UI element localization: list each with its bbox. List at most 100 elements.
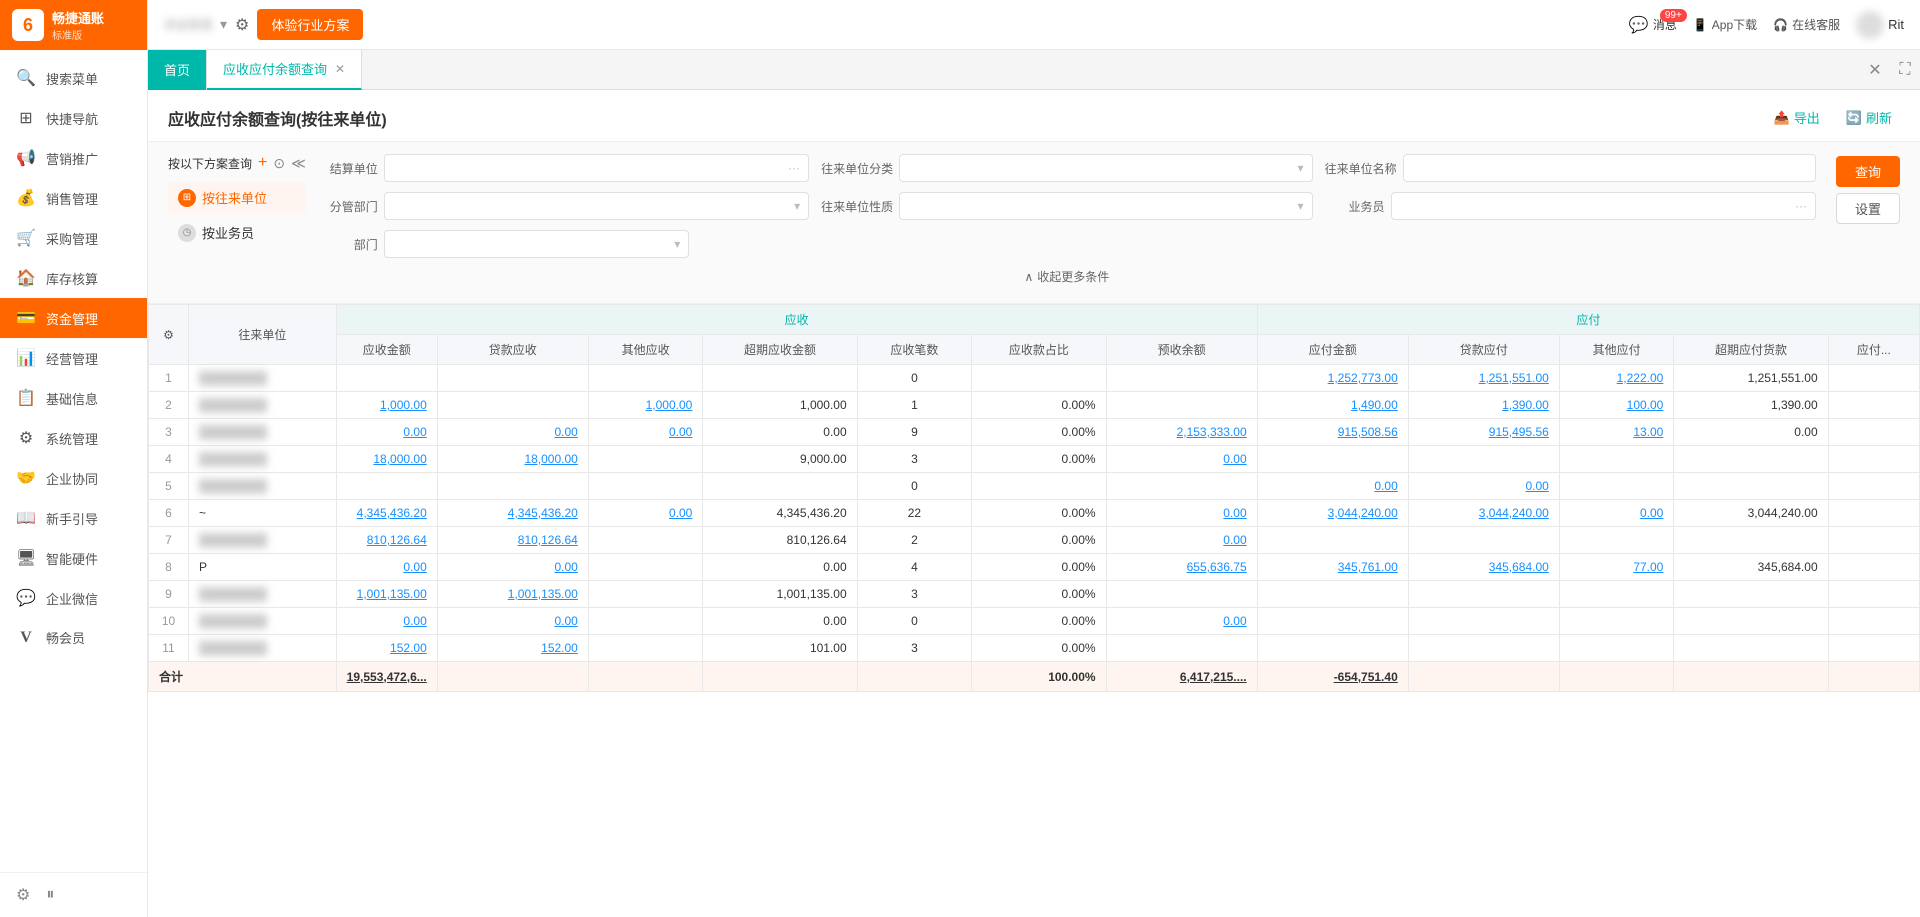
cell-link[interactable]: 0.00: [403, 425, 426, 439]
cell-link[interactable]: 0.00: [403, 614, 426, 628]
sidebar-item-wechat[interactable]: 💬 企业微信: [0, 578, 147, 618]
cell-link[interactable]: 0.00: [554, 560, 577, 574]
cell-link[interactable]: 0.00: [669, 425, 692, 439]
cell-link[interactable]: 18,000.00: [373, 452, 426, 466]
cell-index: 9: [149, 581, 189, 608]
cell-link[interactable]: 1,490.00: [1351, 398, 1398, 412]
sidebar-item-mgmt[interactable]: 📊 经营管理: [0, 338, 147, 378]
sidebar-item-finance[interactable]: 💳 资金管理: [0, 298, 147, 338]
cell-link[interactable]: 0.00: [1223, 506, 1246, 520]
tab-home[interactable]: 首页: [148, 50, 207, 90]
table-settings-icon[interactable]: ⚙: [163, 328, 174, 342]
cell-link[interactable]: 13.00: [1633, 425, 1663, 439]
breadcrumb-chevron-icon[interactable]: ▾: [220, 16, 227, 33]
cell-link[interactable]: 0.00: [1374, 479, 1397, 493]
cell-link[interactable]: 810,126.64: [518, 533, 578, 547]
nature-input[interactable]: ▾: [899, 192, 1312, 220]
cell-link[interactable]: 152.00: [541, 641, 578, 655]
col-settings[interactable]: ⚙: [149, 305, 189, 365]
cell-link[interactable]: 0.00: [554, 425, 577, 439]
settings-gear-icon[interactable]: ⚙: [235, 15, 249, 35]
cell-link[interactable]: 0.00: [1223, 533, 1246, 547]
settlement-input[interactable]: ···: [384, 154, 809, 182]
query-btn[interactable]: 查询: [1836, 156, 1900, 187]
cell-link[interactable]: 18,000.00: [524, 452, 577, 466]
cell-link[interactable]: 3,044,240.00: [1479, 506, 1549, 520]
cell-link[interactable]: 345,761.00: [1338, 560, 1398, 574]
tab-receivable[interactable]: 应收应付余额查询 ✕: [207, 50, 362, 90]
cell-link[interactable]: 1,252,773.00: [1328, 371, 1398, 385]
cell-link[interactable]: 0.00: [1640, 506, 1663, 520]
col-payable-amount: 应付金额: [1257, 335, 1408, 365]
message-btn[interactable]: 💬 消息 99+: [1629, 15, 1677, 35]
cell-link[interactable]: 2,153,333.00: [1177, 425, 1247, 439]
cell-link[interactable]: 915,508.56: [1338, 425, 1398, 439]
set-scheme-btn[interactable]: ⊙: [273, 155, 285, 172]
scheme-by-customer[interactable]: ⊞ 按往来单位: [168, 182, 306, 213]
cell-count: 0: [857, 608, 972, 635]
category-input[interactable]: ▾: [899, 154, 1312, 182]
dept-input[interactable]: ▾: [384, 192, 809, 220]
sidebar-item-basic[interactable]: 📋 基础信息: [0, 378, 147, 418]
refresh-btn[interactable]: 🔄 刷新: [1838, 104, 1900, 131]
cell-link[interactable]: 1,001,135.00: [357, 587, 427, 601]
cell-link[interactable]: 152.00: [390, 641, 427, 655]
subdept-input[interactable]: ▾: [384, 230, 690, 258]
cell-link[interactable]: 1,251,551.00: [1479, 371, 1549, 385]
sidebar-item-inventory[interactable]: 🏠 库存核算: [0, 258, 147, 298]
cell-link[interactable]: 655,636.75: [1187, 560, 1247, 574]
cell-link[interactable]: 1,000.00: [380, 398, 427, 412]
cell-link[interactable]: 1,390.00: [1502, 398, 1549, 412]
maximize-window-btn[interactable]: ⛶: [1890, 55, 1920, 85]
sidebar-item-hardware[interactable]: 🖥 智能硬件: [0, 538, 147, 578]
cell-link[interactable]: 4,345,436.20: [508, 506, 578, 520]
cell-link[interactable]: 100.00: [1627, 398, 1664, 412]
nature-arrow-icon: ▾: [1298, 199, 1304, 213]
footer-receivable-amount[interactable]: 19,553,472,6...: [336, 662, 437, 692]
cell-customer: ████████: [189, 392, 337, 419]
cell-link[interactable]: 915,495.56: [1489, 425, 1549, 439]
custname-input[interactable]: [1403, 154, 1816, 182]
app-download-btn[interactable]: 📱 App下载: [1693, 16, 1757, 33]
cell-link[interactable]: 1,000.00: [646, 398, 693, 412]
sidebar-item-quicknav[interactable]: ⊞ 快捷导航: [0, 98, 147, 138]
collapse-sidebar-btn[interactable]: ⏸: [46, 886, 54, 904]
sidebar-item-search[interactable]: 🔍 搜索菜单: [0, 58, 147, 98]
tab-bar: 首页 应收应付余额查询 ✕ ✕ ⛶: [148, 50, 1920, 90]
sidebar-item-marketing[interactable]: 📢 营销推广: [0, 138, 147, 178]
cell-link[interactable]: 810,126.64: [367, 533, 427, 547]
cell-link[interactable]: 0.00: [1223, 452, 1246, 466]
footer-payable-amount[interactable]: -654,751.40: [1257, 662, 1408, 692]
cell-link[interactable]: 0.00: [403, 560, 426, 574]
cell-link[interactable]: 345,684.00: [1489, 560, 1549, 574]
collapse-scheme-btn[interactable]: ≪: [291, 155, 306, 172]
cell-link[interactable]: 0.00: [1223, 614, 1246, 628]
cell-link[interactable]: 4,345,436.20: [357, 506, 427, 520]
close-window-btn[interactable]: ✕: [1860, 55, 1890, 85]
sidebar-item-sales[interactable]: 💰 销售管理: [0, 178, 147, 218]
cell-link[interactable]: 0.00: [669, 506, 692, 520]
cell-link[interactable]: 1,222.00: [1617, 371, 1664, 385]
cell-link[interactable]: 1,001,135.00: [508, 587, 578, 601]
settings-bottom-icon[interactable]: ⚙: [16, 885, 30, 905]
sidebar-item-collab[interactable]: 🤝 企业协同: [0, 458, 147, 498]
sidebar-item-guide[interactable]: 📖 新手引导: [0, 498, 147, 538]
export-btn[interactable]: 📤 导出: [1766, 104, 1828, 131]
add-scheme-btn[interactable]: +: [258, 154, 267, 172]
sidebar-item-member[interactable]: V 畅会员: [0, 618, 147, 657]
set-btn[interactable]: 设置: [1836, 193, 1900, 224]
sidebar-item-system[interactable]: ⚙ 系统管理: [0, 418, 147, 458]
footer-prepaid[interactable]: 6,417,215....: [1106, 662, 1257, 692]
tab-close-icon[interactable]: ✕: [335, 62, 345, 76]
cell-link[interactable]: 77.00: [1633, 560, 1663, 574]
salesperson-input[interactable]: ···: [1391, 192, 1816, 220]
trial-btn[interactable]: 体验行业方案: [257, 9, 363, 40]
user-menu[interactable]: Rit: [1856, 11, 1904, 39]
collapse-more-btn[interactable]: ∧ 收起更多条件: [318, 262, 1816, 291]
online-service-btn[interactable]: 🎧 在线客服: [1773, 16, 1840, 33]
cell-link[interactable]: 0.00: [1525, 479, 1548, 493]
scheme-by-salesperson[interactable]: ◷ 按业务员: [168, 217, 306, 248]
sidebar-item-purchase[interactable]: 🛒 采购管理: [0, 218, 147, 258]
cell-link[interactable]: 3,044,240.00: [1328, 506, 1398, 520]
cell-link[interactable]: 0.00: [554, 614, 577, 628]
